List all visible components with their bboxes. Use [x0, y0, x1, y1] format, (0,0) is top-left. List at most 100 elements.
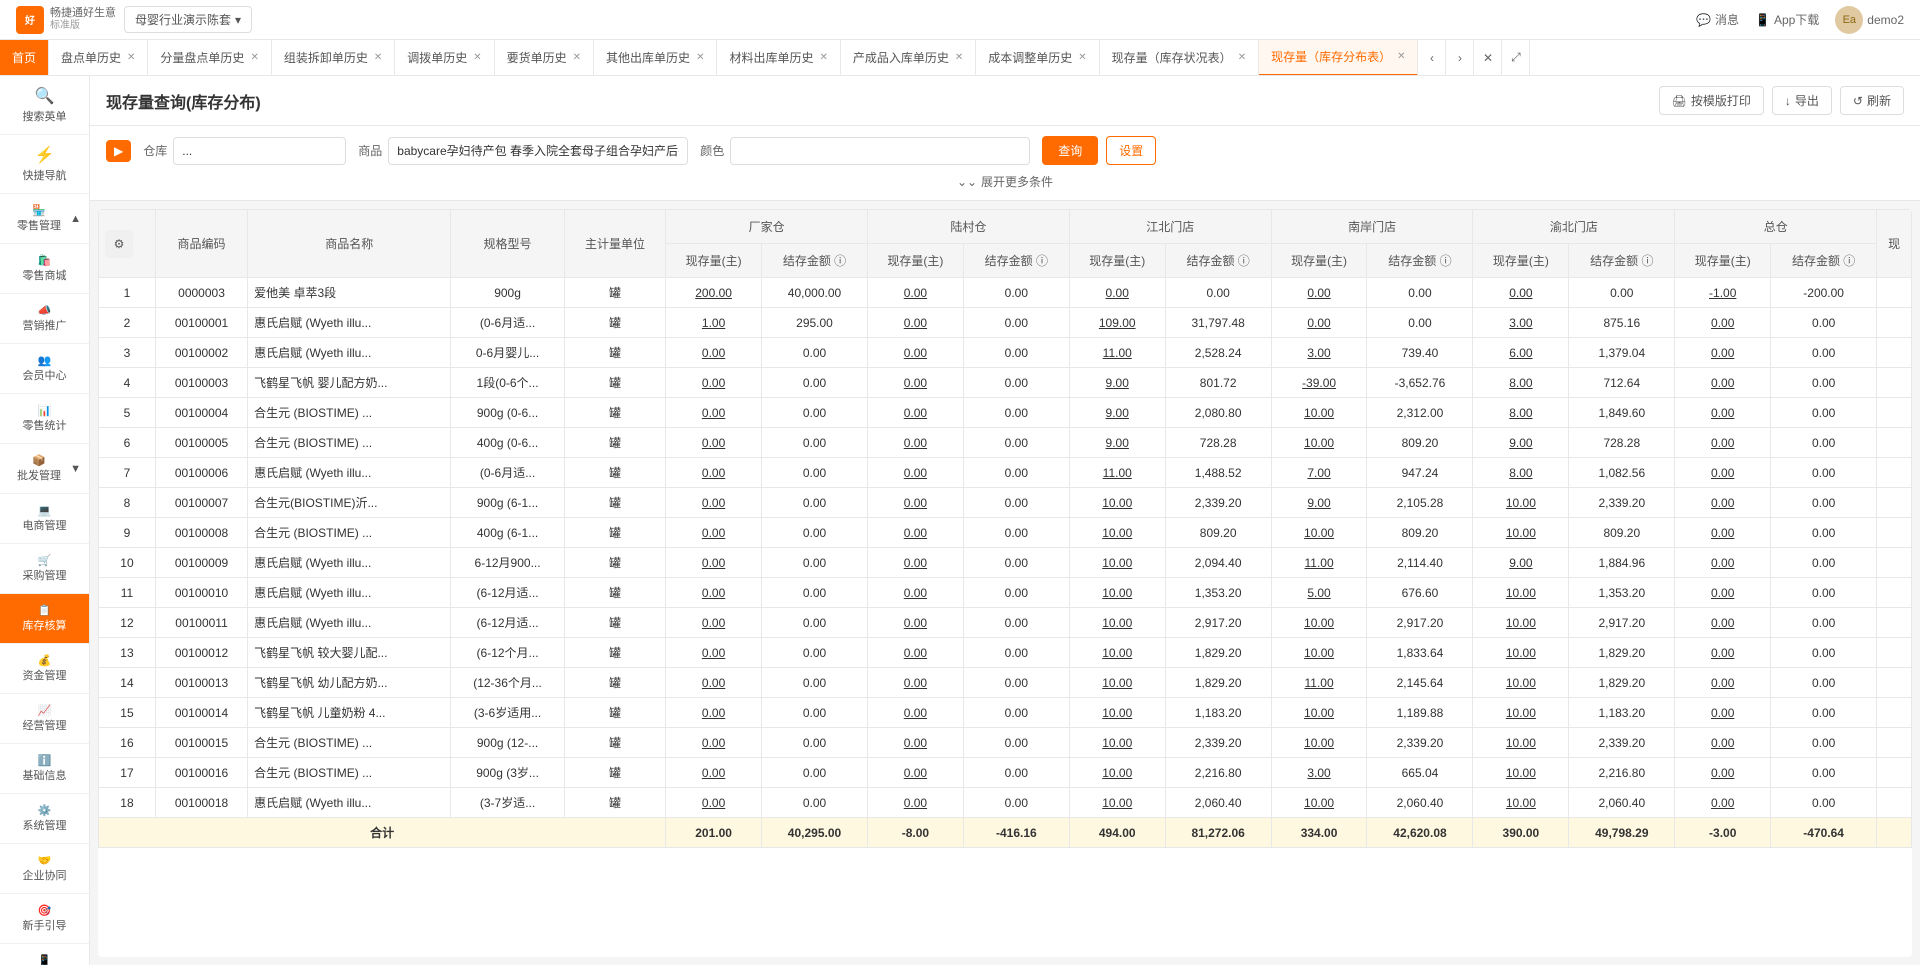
sidebar-item-app-center[interactable]: 📱 应用中心 [0, 944, 89, 965]
row-factory-qty[interactable]: 0.00 [666, 608, 762, 638]
close-icon[interactable]: ✕ [573, 52, 581, 63]
close-icon[interactable]: ✕ [250, 52, 258, 63]
row-jiangbei-qty[interactable]: 10.00 [1069, 548, 1165, 578]
row-yubei-qty[interactable]: 8.00 [1473, 368, 1569, 398]
sidebar-item-member-center[interactable]: 👥 会员中心 [0, 344, 89, 394]
industry-selector[interactable]: 母婴行业演示陈套 ▾ [124, 6, 252, 33]
row-nanan-qty[interactable]: 10.00 [1271, 608, 1367, 638]
row-yubei-qty[interactable]: 10.00 [1473, 668, 1569, 698]
row-total-qty[interactable]: 0.00 [1675, 728, 1771, 758]
warehouse-input[interactable] [173, 137, 346, 165]
export-button[interactable]: ↓ 导出 [1772, 86, 1832, 115]
close-icon[interactable]: ✕ [1238, 52, 1246, 63]
row-nanan-qty[interactable]: 10.00 [1271, 728, 1367, 758]
th-settings[interactable]: ⚙ [99, 210, 156, 278]
sidebar-item-ecommerce[interactable]: 💻 电商管理 [0, 494, 89, 544]
sidebar-item-purchase[interactable]: 🛒 采购管理 [0, 544, 89, 594]
sidebar-item-retail-stats[interactable]: 📊 零售统计 [0, 394, 89, 444]
close-icon[interactable]: ✕ [955, 52, 963, 63]
sidebar-item-ops[interactable]: 📈 经营管理 [0, 694, 89, 744]
row-nanan-qty[interactable]: 5.00 [1271, 578, 1367, 608]
row-total-qty[interactable]: 0.00 [1675, 368, 1771, 398]
goods-input[interactable] [388, 137, 688, 165]
row-nanan-qty[interactable]: 11.00 [1271, 668, 1367, 698]
tab-inventory-dist[interactable]: 现存量（库存分布表） ✕ [1259, 40, 1418, 76]
row-yubei-qty[interactable]: 0.00 [1473, 278, 1569, 308]
row-jiangbei-qty[interactable]: 109.00 [1069, 308, 1165, 338]
row-factory-qty[interactable]: 0.00 [666, 398, 762, 428]
sidebar-item-enterprise-collab[interactable]: 🤝 企业协同 [0, 844, 89, 894]
row-nanan-qty[interactable]: 10.00 [1271, 698, 1367, 728]
row-jiangbei-qty[interactable]: 11.00 [1069, 338, 1165, 368]
row-nanan-qty[interactable]: 3.00 [1271, 338, 1367, 368]
sidebar-item-finance[interactable]: 💰 资金管理 [0, 644, 89, 694]
row-nanan-qty[interactable]: 0.00 [1271, 278, 1367, 308]
settings-icon[interactable]: ⚙ [105, 230, 133, 258]
row-nanan-qty[interactable]: 10.00 [1271, 428, 1367, 458]
close-icon[interactable]: ✕ [1397, 51, 1405, 62]
row-factory-qty[interactable]: 0.00 [666, 518, 762, 548]
row-total-qty[interactable]: 0.00 [1675, 758, 1771, 788]
row-nanan-qty[interactable]: 10.00 [1271, 788, 1367, 818]
row-jiangbei-qty[interactable]: 10.00 [1069, 728, 1165, 758]
sidebar-item-retail-mgmt[interactable]: 🏪 零售管理 ▲ [0, 194, 89, 244]
row-total-qty[interactable]: 0.00 [1675, 578, 1771, 608]
row-nanan-qty[interactable]: 10.00 [1271, 638, 1367, 668]
row-yubei-qty[interactable]: 10.00 [1473, 788, 1569, 818]
tab-close-all-btn[interactable]: ✕ [1474, 40, 1502, 76]
tab-cost-adjust-history[interactable]: 成本调整单历史 ✕ [976, 40, 1099, 76]
row-nanan-qty[interactable]: 3.00 [1271, 758, 1367, 788]
tab-prev-btn[interactable]: ‹ [1418, 40, 1446, 76]
row-nanan-qty[interactable]: 9.00 [1271, 488, 1367, 518]
row-lucun-qty[interactable]: 0.00 [868, 728, 964, 758]
row-factory-qty[interactable]: 0.00 [666, 758, 762, 788]
sidebar-item-sys-mgmt[interactable]: ⚙️ 系统管理 [0, 794, 89, 844]
tab-assembly-history[interactable]: 组装拆卸单历史 ✕ [272, 40, 395, 76]
row-nanan-qty[interactable]: -39.00 [1271, 368, 1367, 398]
row-factory-qty[interactable]: 0.00 [666, 548, 762, 578]
row-total-qty[interactable]: 0.00 [1675, 698, 1771, 728]
row-yubei-qty[interactable]: 8.00 [1473, 458, 1569, 488]
row-yubei-qty[interactable]: 10.00 [1473, 728, 1569, 758]
row-total-qty[interactable]: 0.00 [1675, 398, 1771, 428]
row-jiangbei-qty[interactable]: 10.00 [1069, 788, 1165, 818]
row-jiangbei-qty[interactable]: 11.00 [1069, 458, 1165, 488]
tab-other-out-history[interactable]: 其他出库单历史 ✕ [594, 40, 717, 76]
row-factory-qty[interactable]: 0.00 [666, 428, 762, 458]
tab-pdn-history[interactable]: 盘点单历史 ✕ [49, 40, 148, 76]
row-yubei-qty[interactable]: 10.00 [1473, 578, 1569, 608]
row-lucun-qty[interactable]: 0.00 [868, 668, 964, 698]
row-jiangbei-qty[interactable]: 10.00 [1069, 578, 1165, 608]
sidebar-item-new-guide[interactable]: 🎯 新手引导 [0, 894, 89, 944]
row-total-qty[interactable]: 0.00 [1675, 608, 1771, 638]
row-nanan-qty[interactable]: 10.00 [1271, 518, 1367, 548]
close-icon[interactable]: ✕ [696, 52, 704, 63]
row-lucun-qty[interactable]: 0.00 [868, 518, 964, 548]
row-yubei-qty[interactable]: 9.00 [1473, 548, 1569, 578]
tab-score-history[interactable]: 分量盘点单历史 ✕ [148, 40, 271, 76]
row-jiangbei-qty[interactable]: 10.00 [1069, 518, 1165, 548]
tab-material-out-history[interactable]: 材料出库单历史 ✕ [717, 40, 840, 76]
row-jiangbei-qty[interactable]: 9.00 [1069, 368, 1165, 398]
row-total-qty[interactable]: 0.00 [1675, 638, 1771, 668]
row-factory-qty[interactable]: 0.00 [666, 458, 762, 488]
row-yubei-qty[interactable]: 10.00 [1473, 608, 1569, 638]
sidebar-item-quick-nav[interactable]: ⚡ 快捷导航 [0, 135, 89, 194]
row-yubei-qty[interactable]: 10.00 [1473, 758, 1569, 788]
row-factory-qty[interactable]: 200.00 [666, 278, 762, 308]
row-total-qty[interactable]: 0.00 [1675, 488, 1771, 518]
row-jiangbei-qty[interactable]: 10.00 [1069, 698, 1165, 728]
row-total-qty[interactable]: 0.00 [1675, 338, 1771, 368]
row-lucun-qty[interactable]: 0.00 [868, 428, 964, 458]
row-lucun-qty[interactable]: 0.00 [868, 578, 964, 608]
row-total-qty[interactable]: 0.00 [1675, 668, 1771, 698]
row-factory-qty[interactable]: 0.00 [666, 578, 762, 608]
row-lucun-qty[interactable]: 0.00 [868, 758, 964, 788]
row-lucun-qty[interactable]: 0.00 [868, 548, 964, 578]
row-lucun-qty[interactable]: 0.00 [868, 278, 964, 308]
row-jiangbei-qty[interactable]: 10.00 [1069, 608, 1165, 638]
message-action[interactable]: 💬 消息 [1696, 11, 1739, 28]
row-lucun-qty[interactable]: 0.00 [868, 368, 964, 398]
row-yubei-qty[interactable]: 10.00 [1473, 698, 1569, 728]
tab-inventory-status[interactable]: 现存量（库存状况表） ✕ [1100, 40, 1259, 76]
